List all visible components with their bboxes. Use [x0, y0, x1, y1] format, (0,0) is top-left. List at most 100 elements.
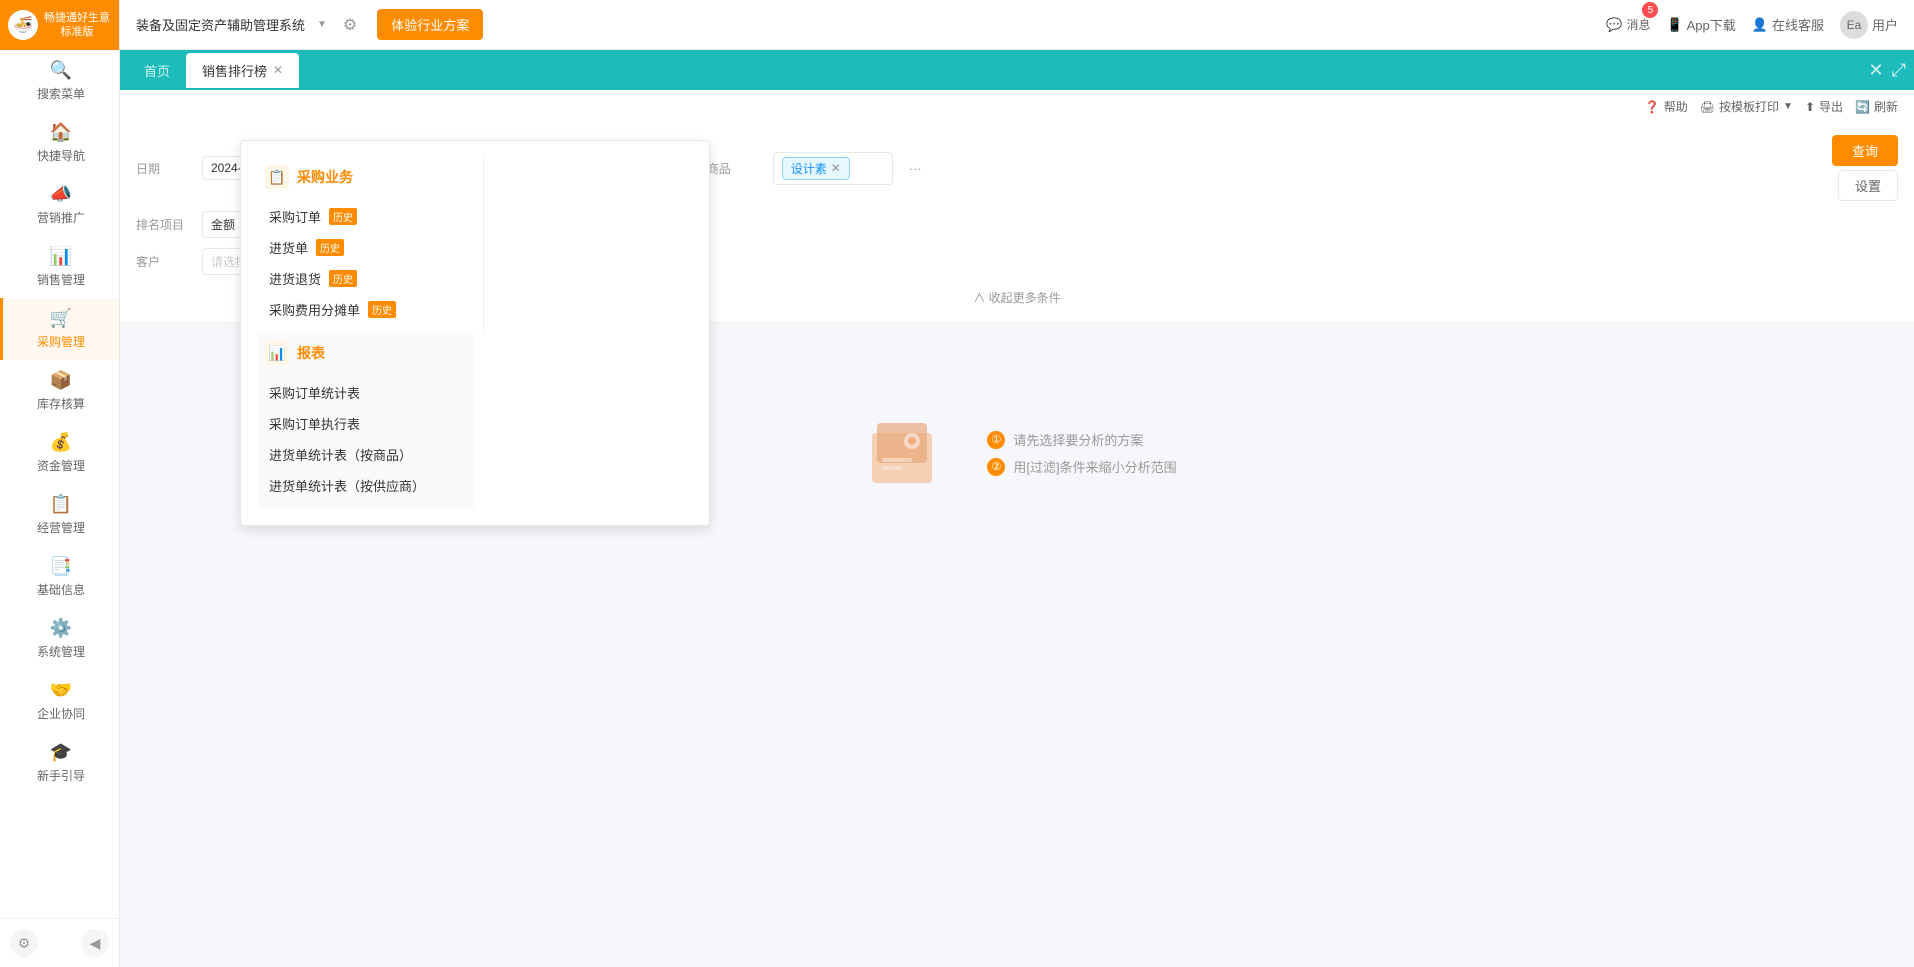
- report-section: 📊 报表 采购订单统计表 采购订单执行表 进货单统计表（按商品） 进货单统计表（…: [257, 333, 475, 509]
- empty-step-2: ② 用[过滤]条件来缩小分析范围: [987, 457, 1176, 476]
- finance-icon: 💰: [50, 432, 72, 453]
- goods-more-btn[interactable]: ···: [909, 161, 922, 176]
- print-dropdown-icon: ▼: [1783, 101, 1793, 112]
- messages-button[interactable]: 💬 消息 5: [1606, 16, 1650, 33]
- tabbar-actions: ✕ ⤢: [1869, 60, 1907, 81]
- empty-steps: ① 请先选择要分析的方案 ② 用[过滤]条件来缩小分析范围: [987, 430, 1176, 476]
- purchase-return-item[interactable]: 进货退货 历史: [265, 263, 467, 294]
- purchase-receipt-item[interactable]: 进货单 历史: [265, 232, 467, 263]
- report-receipt-goods-item[interactable]: 进货单统计表（按商品）: [265, 439, 467, 470]
- chevron-down-icon: ▼: [317, 19, 327, 30]
- print-button[interactable]: 🖨 按模板打印 ▼: [1700, 98, 1793, 115]
- tab-close-icon[interactable]: ✕: [273, 63, 283, 77]
- logo-text: 畅捷通好生意 标准版: [44, 11, 110, 40]
- sidebar-logo: 🍜 畅捷通好生意 标准版: [0, 0, 119, 50]
- help-button[interactable]: ❓ 帮助: [1645, 98, 1688, 115]
- main-content: 装备及固定资产辅助管理系统 ▼ ⚙ 体验行业方案 💬 消息 5 📱 App下载 …: [120, 0, 1914, 967]
- home-icon: 🏠: [50, 122, 72, 143]
- tabbar: 首页 销售排行榜 ✕ ✕ ⤢: [120, 50, 1914, 90]
- purchase-section-title: 📋 采购业务: [265, 165, 467, 189]
- topbar: 装备及固定资产辅助管理系统 ▼ ⚙ 体验行业方案 💬 消息 5 📱 App下载 …: [120, 0, 1914, 50]
- step-1-num: ①: [987, 431, 1005, 449]
- sidebar-item-guide[interactable]: 🎓 新手引导: [0, 732, 119, 794]
- query-button[interactable]: 查询: [1832, 135, 1898, 166]
- purchase-receipt-badge: 历史: [316, 239, 344, 256]
- message-icon: 💬: [1606, 17, 1622, 33]
- purchase-order-badge: 历史: [329, 208, 357, 225]
- close-all-icon[interactable]: ✕: [1869, 60, 1884, 81]
- user-button[interactable]: Ea 用户: [1840, 11, 1898, 39]
- marketing-icon: 📣: [50, 184, 72, 205]
- sidebar-item-quick[interactable]: 🏠 快捷导航: [0, 112, 119, 174]
- user-avatar: Ea: [1840, 11, 1868, 39]
- solution-button[interactable]: 体验行业方案: [377, 9, 483, 40]
- operations-icon: 📋: [50, 494, 72, 515]
- rank-label: 排名项目: [136, 216, 186, 233]
- report-order-exec-item[interactable]: 采购订单执行表: [265, 408, 467, 439]
- purchase-return-badge: 历史: [329, 270, 357, 287]
- report-section-title: 📊 报表: [265, 341, 467, 365]
- dropdown-divider: [483, 157, 484, 333]
- purchase-dropdown-menu: 📋 采购业务 采购订单 历史 进货单 历史 进货退货 历史 采购费用分摊单: [240, 140, 710, 526]
- gear-icon[interactable]: ⚙: [343, 15, 357, 35]
- purchase-expense-item[interactable]: 采购费用分摊单 历史: [265, 294, 467, 325]
- export-icon: ⬆: [1805, 100, 1815, 114]
- report-receipt-supplier-item[interactable]: 进货单统计表（按供应商）: [265, 470, 467, 501]
- empty-content: ① 请先选择要分析的方案 ② 用[过滤]条件来缩小分析范围: [857, 403, 1176, 503]
- sidebar-item-system[interactable]: ⚙️ 系统管理: [0, 608, 119, 670]
- search-icon: 🔍: [50, 60, 72, 81]
- expand-icon[interactable]: ⤢: [1892, 60, 1906, 81]
- step-2-num: ②: [987, 458, 1005, 476]
- query-actions: 查询 设置: [1832, 135, 1898, 201]
- collapse-sidebar-button[interactable]: ◀: [81, 929, 109, 957]
- goods-label: 商品: [707, 160, 757, 177]
- sidebar-item-enterprise[interactable]: 🤝 企业协同: [0, 670, 119, 732]
- sidebar-item-search[interactable]: 🔍 搜索菜单: [0, 50, 119, 112]
- sidebar-item-base[interactable]: 📑 基础信息: [0, 546, 119, 608]
- sales-icon: 📊: [50, 246, 72, 267]
- sidebar-item-finance[interactable]: 💰 资金管理: [0, 422, 119, 484]
- settings-button[interactable]: 设置: [1838, 170, 1898, 201]
- goods-select[interactable]: 设计素 ✕: [773, 152, 893, 185]
- sidebar-item-operations[interactable]: 📋 经营管理: [0, 484, 119, 546]
- report-section-icon: 📊: [265, 341, 289, 365]
- tab-home[interactable]: 首页: [128, 53, 186, 88]
- export-button[interactable]: ⬆ 导出: [1805, 98, 1843, 115]
- purchase-order-item[interactable]: 采购订单 历史: [265, 201, 467, 232]
- refresh-button[interactable]: 🔄 刷新: [1855, 98, 1898, 115]
- purchase-section: 📋 采购业务 采购订单 历史 进货单 历史 进货退货 历史 采购费用分摊单: [257, 157, 475, 333]
- tab-sales-rank[interactable]: 销售排行榜 ✕: [186, 53, 299, 88]
- print-icon: 🖨: [1700, 100, 1715, 114]
- sidebar-item-purchase[interactable]: 🛒 采购管理: [0, 298, 119, 360]
- toolbar: ❓ 帮助 🖨 按模板打印 ▼ ⬆ 导出 🔄 刷新: [120, 90, 1914, 123]
- online-service-button[interactable]: 👤 在线客服: [1752, 15, 1824, 34]
- collapse-icon: ∧: [973, 291, 985, 305]
- logo-icon: 🍜: [8, 10, 38, 40]
- purchase-expense-badge: 历史: [368, 301, 396, 318]
- app-download-button[interactable]: 📱 App下载: [1666, 15, 1735, 34]
- report-order-stats-item[interactable]: 采购订单统计表: [265, 377, 467, 408]
- guide-icon: 🎓: [50, 742, 72, 763]
- help-icon: ❓: [1645, 100, 1660, 114]
- settings-footer-button[interactable]: ⚙: [10, 929, 38, 957]
- refresh-icon: 🔄: [1855, 100, 1870, 114]
- sidebar-item-sales[interactable]: 📊 销售管理: [0, 236, 119, 298]
- sidebar-item-inventory[interactable]: 📦 库存核算: [0, 360, 119, 422]
- date-label: 日期: [136, 160, 186, 177]
- inventory-icon: 📦: [50, 370, 72, 391]
- purchase-icon: 🛒: [50, 308, 72, 329]
- enterprise-icon: 🤝: [50, 680, 72, 701]
- system-title: 装备及固定资产辅助管理系统: [136, 15, 305, 34]
- goods-tag-close[interactable]: ✕: [831, 161, 841, 175]
- sidebar-nav: 🔍 搜索菜单 🏠 快捷导航 📣 营销推广 📊 销售管理 🛒 采购管理 📦 库存核…: [0, 50, 119, 918]
- topbar-right: 💬 消息 5 📱 App下载 👤 在线客服 Ea 用户: [1606, 11, 1898, 39]
- goods-tag: 设计素 ✕: [782, 157, 850, 180]
- sidebar-footer: ⚙ ◀: [0, 918, 119, 967]
- empty-step-1: ① 请先选择要分析的方案: [987, 430, 1176, 449]
- sidebar-item-marketing[interactable]: 📣 营销推广: [0, 174, 119, 236]
- system-dropdown[interactable]: ▼: [317, 19, 327, 30]
- sidebar: 🍜 畅捷通好生意 标准版 🔍 搜索菜单 🏠 快捷导航 📣 营销推广 📊 销售管理…: [0, 0, 120, 967]
- customer-label: 客户: [136, 253, 186, 270]
- base-icon: 📑: [50, 556, 72, 577]
- mobile-icon: 📱: [1666, 17, 1682, 33]
